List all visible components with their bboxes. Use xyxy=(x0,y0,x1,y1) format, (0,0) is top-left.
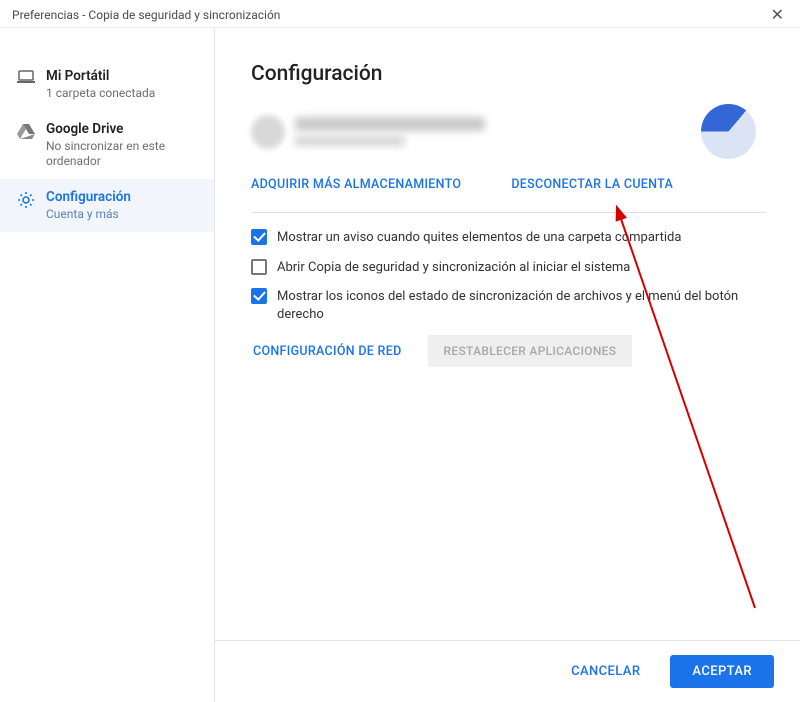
avatar xyxy=(251,115,285,149)
checkbox-label: Mostrar los iconos del estado de sincron… xyxy=(277,288,766,323)
checkbox-sync-icons[interactable] xyxy=(251,288,267,304)
options-group: Mostrar un aviso cuando quites elementos… xyxy=(251,229,766,323)
sidebar-item-label: Configuración xyxy=(46,189,131,205)
checkbox-shared-warning[interactable] xyxy=(251,229,267,245)
sidebar-item-subtitle: 1 carpeta conectada xyxy=(46,86,155,101)
checkbox-label: Abrir Copia de seguridad y sincronizació… xyxy=(277,259,630,277)
sidebar-item-label: Mi Portátil xyxy=(46,68,155,84)
laptop-icon xyxy=(14,68,38,101)
titlebar: Preferencias - Copia de seguridad y sinc… xyxy=(0,0,800,28)
cancel-button[interactable]: CANCELAR xyxy=(559,655,652,688)
sidebar-item-laptop[interactable]: Mi Portátil 1 carpeta conectada xyxy=(0,58,214,111)
sidebar-item-drive[interactable]: Google Drive No sincronizar en este orde… xyxy=(0,111,214,179)
window-title: Preferencias - Copia de seguridad y sinc… xyxy=(12,8,280,22)
checkbox-open-on-start[interactable] xyxy=(251,259,267,275)
account-row xyxy=(251,104,766,159)
main-panel: Configuración ADQUIRIR MÁS ALMACENAMIENT… xyxy=(215,28,800,702)
sidebar-item-subtitle: No sincronizar en este ordenador xyxy=(46,139,202,169)
sidebar-item-subtitle: Cuenta y más xyxy=(46,207,131,222)
storage-pie-icon xyxy=(701,104,756,159)
footer: CANCELAR ACEPTAR xyxy=(215,640,800,702)
sidebar-item-settings[interactable]: Configuración Cuenta y más xyxy=(0,179,214,232)
page-title: Configuración xyxy=(251,62,766,86)
option-row: Abrir Copia de seguridad y sincronizació… xyxy=(251,259,766,277)
checkbox-label: Mostrar un aviso cuando quites elementos… xyxy=(277,229,681,247)
close-icon[interactable]: ✕ xyxy=(767,5,788,24)
sidebar: Mi Portátil 1 carpeta conectada Google D… xyxy=(0,28,215,702)
drive-icon xyxy=(14,121,38,169)
network-settings-button[interactable]: CONFIGURACIÓN DE RED xyxy=(251,336,404,367)
buy-storage-button[interactable]: ADQUIRIR MÁS ALMACENAMIENTO xyxy=(251,173,461,196)
account-name-redacted xyxy=(295,117,485,131)
sidebar-item-label: Google Drive xyxy=(46,121,202,137)
disconnect-account-button[interactable]: DESCONECTAR LA CUENTA xyxy=(511,173,673,196)
option-row: Mostrar un aviso cuando quites elementos… xyxy=(251,229,766,247)
accept-button[interactable]: ACEPTAR xyxy=(670,655,774,688)
gear-icon xyxy=(14,189,38,222)
account-sub-redacted xyxy=(295,136,405,146)
reset-apps-button: RESTABLECER APLICACIONES xyxy=(428,335,633,367)
option-row: Mostrar los iconos del estado de sincron… xyxy=(251,288,766,323)
